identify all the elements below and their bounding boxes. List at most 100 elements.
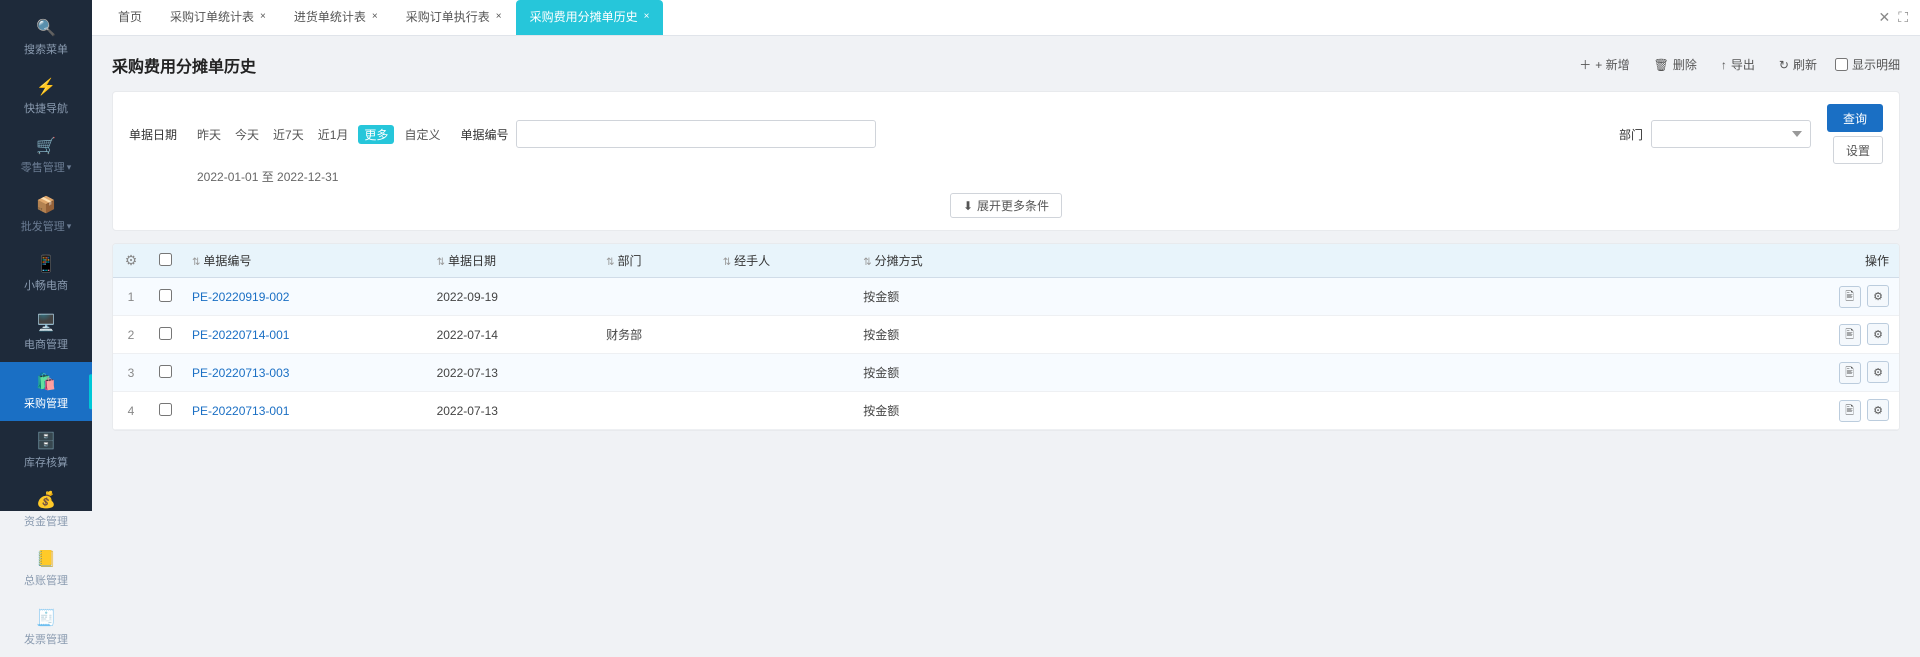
page-content: 采购费用分摊单历史 ＋ + 新增 🗑 删除 ↑ 导出 ↻ 刷新: [92, 36, 1920, 511]
date-range-display: 2022-01-01 至 2022-12-31: [197, 168, 1883, 185]
more-button[interactable]: ⚙: [1867, 285, 1889, 307]
wholesale-icon: 📦: [4, 195, 88, 215]
settings-button[interactable]: 设置: [1833, 136, 1883, 164]
view-button[interactable]: 🖹: [1839, 400, 1861, 422]
export-button[interactable]: ↑ 导出: [1715, 52, 1761, 77]
dept-cell: [596, 278, 713, 316]
dept-label: 部门: [1619, 126, 1643, 143]
sidebar-item-shortcut[interactable]: ⚡ 快捷导航: [0, 67, 92, 126]
more-button[interactable]: ⚙: [1867, 399, 1889, 421]
row-checkbox[interactable]: [159, 327, 172, 340]
refresh-button[interactable]: ↻ 刷新: [1773, 52, 1823, 77]
tab-inbound-stat[interactable]: 进货单统计表 ×: [280, 0, 392, 35]
tab-home[interactable]: 首页: [104, 0, 156, 35]
display-checkbox[interactable]: [1835, 58, 1848, 71]
expand-icon: ⬇: [963, 199, 973, 213]
th-dept[interactable]: 部门: [596, 244, 713, 278]
export-icon: ↑: [1721, 58, 1727, 72]
th-handler[interactable]: 经手人: [713, 244, 853, 278]
dept-select[interactable]: [1651, 120, 1811, 148]
sidebar-item-label: 电商管理: [24, 339, 68, 351]
row-check-cell[interactable]: [149, 278, 182, 316]
add-label: + 新增: [1595, 56, 1629, 73]
action-cell: 🖹 ⚙: [1746, 354, 1899, 392]
sidebar-item-label: 批发管理: [4, 218, 88, 234]
table-header-row: ⚙ 单据编号 单据日期 部门 经手人 分摊方式 操作: [113, 244, 1899, 278]
doc-num-input[interactable]: [516, 120, 876, 148]
query-button[interactable]: 查询: [1827, 104, 1883, 132]
row-num-cell: 3: [113, 354, 149, 392]
doc-num-link[interactable]: PE-20220714-001: [192, 328, 289, 342]
more-button[interactable]: ⚙: [1867, 323, 1889, 345]
sidebar-item-ledger[interactable]: 📒 总账管理: [0, 539, 92, 598]
delete-button[interactable]: 🗑 删除: [1648, 52, 1703, 77]
sidebar-item-finance[interactable]: 💰 资金管理: [0, 480, 92, 539]
tab-purchase-fee-hist[interactable]: 采购费用分摊单历史 ×: [516, 0, 664, 35]
tab-maximize-button[interactable]: ⛶: [1898, 9, 1908, 26]
sidebar-item-search[interactable]: 🔍 搜索菜单: [0, 8, 92, 67]
tab-close-icon[interactable]: ×: [372, 11, 378, 22]
more-button[interactable]: ⚙: [1867, 361, 1889, 383]
doc-num-link[interactable]: PE-20220713-003: [192, 366, 289, 380]
expand-conditions-button[interactable]: ⬇ 展开更多条件: [950, 193, 1062, 218]
th-doc-num[interactable]: 单据编号: [182, 244, 427, 278]
shortcut-7days[interactable]: 近7天: [269, 125, 308, 144]
data-table: ⚙ 单据编号 单据日期 部门 经手人 分摊方式 操作 1: [113, 244, 1899, 430]
th-check[interactable]: [149, 244, 182, 278]
shortcut-more[interactable]: 更多: [358, 125, 394, 144]
row-check-cell[interactable]: [149, 354, 182, 392]
th-actions: 操作: [1746, 244, 1899, 278]
row-check-cell[interactable]: [149, 392, 182, 430]
tab-label: 采购订单统计表: [170, 8, 254, 25]
shortcut-yesterday[interactable]: 昨天: [193, 125, 225, 144]
sidebar-item-label: 快捷导航: [24, 103, 68, 115]
row-checkbox[interactable]: [159, 403, 172, 416]
select-all-checkbox[interactable]: [159, 253, 172, 266]
sidebar-item-inventory[interactable]: 🗄️ 库存核算: [0, 421, 92, 480]
shortcut-1month[interactable]: 近1月: [314, 125, 353, 144]
th-settings[interactable]: ⚙: [113, 244, 149, 278]
th-doc-date[interactable]: 单据日期: [427, 244, 597, 278]
th-method[interactable]: 分摊方式: [853, 244, 1746, 278]
doc-date-cell: 2022-07-13: [427, 392, 597, 430]
sidebar: 🔍 搜索菜单 ⚡ 快捷导航 🛒 零售管理 📦 批发管理 📱 小畅电商 🖥️ 电商…: [0, 0, 92, 511]
shortcut-custom[interactable]: 自定义: [400, 125, 444, 144]
tab-close-icon[interactable]: ×: [496, 11, 502, 22]
row-num-cell: 1: [113, 278, 149, 316]
table-row: 4 PE-20220713-001 2022-07-13 按金额 🖹 ⚙: [113, 392, 1899, 430]
sidebar-item-purchase[interactable]: 🛍️ 采购管理: [0, 362, 92, 421]
tab-purchase-exec[interactable]: 采购订单执行表 ×: [392, 0, 516, 35]
view-button[interactable]: 🖹: [1839, 324, 1861, 346]
sidebar-item-label: 采购管理: [24, 398, 68, 410]
display-label: 显示明细: [1852, 56, 1900, 73]
shortcut-today[interactable]: 今天: [231, 125, 263, 144]
sidebar-item-wholesale[interactable]: 📦 批发管理: [0, 185, 92, 244]
ecom-icon: 🖥️: [4, 313, 88, 333]
view-button[interactable]: 🖹: [1839, 286, 1861, 308]
tab-label: 采购费用分摊单历史: [530, 8, 638, 25]
tab-close-icon[interactable]: ×: [260, 11, 266, 22]
doc-num-link[interactable]: PE-20220713-001: [192, 404, 289, 418]
doc-date-cell: 2022-07-13: [427, 354, 597, 392]
add-button[interactable]: ＋ + 新增: [1573, 52, 1635, 77]
row-check-cell[interactable]: [149, 316, 182, 354]
view-button[interactable]: 🖹: [1839, 362, 1861, 384]
table-container: ⚙ 单据编号 单据日期 部门 经手人 分摊方式 操作 1: [112, 243, 1900, 431]
date-shortcuts: 昨天 今天 近7天 近1月 更多 自定义: [193, 125, 444, 144]
sidebar-item-ecom[interactable]: 🖥️ 电商管理: [0, 303, 92, 362]
sidebar-item-ecom-small[interactable]: 📱 小畅电商: [0, 244, 92, 303]
doc-num-cell: PE-20220919-002: [182, 278, 427, 316]
doc-num-link[interactable]: PE-20220919-002: [192, 290, 289, 304]
sidebar-item-label: 零售管理: [4, 159, 88, 175]
tab-close-all-button[interactable]: ✕: [1878, 9, 1890, 26]
tab-purchase-order-stat[interactable]: 采购订单统计表 ×: [156, 0, 280, 35]
sidebar-item-invoice[interactable]: 🧾 发票管理: [0, 598, 92, 657]
display-toggle[interactable]: 显示明细: [1835, 56, 1900, 73]
sidebar-item-retail[interactable]: 🛒 零售管理: [0, 126, 92, 185]
tab-close-icon[interactable]: ×: [644, 11, 650, 22]
row-checkbox[interactable]: [159, 289, 172, 302]
column-settings-icon[interactable]: ⚙: [125, 252, 138, 268]
sidebar-item-label: 总账管理: [24, 575, 68, 587]
row-checkbox[interactable]: [159, 365, 172, 378]
retail-icon: 🛒: [4, 136, 88, 156]
